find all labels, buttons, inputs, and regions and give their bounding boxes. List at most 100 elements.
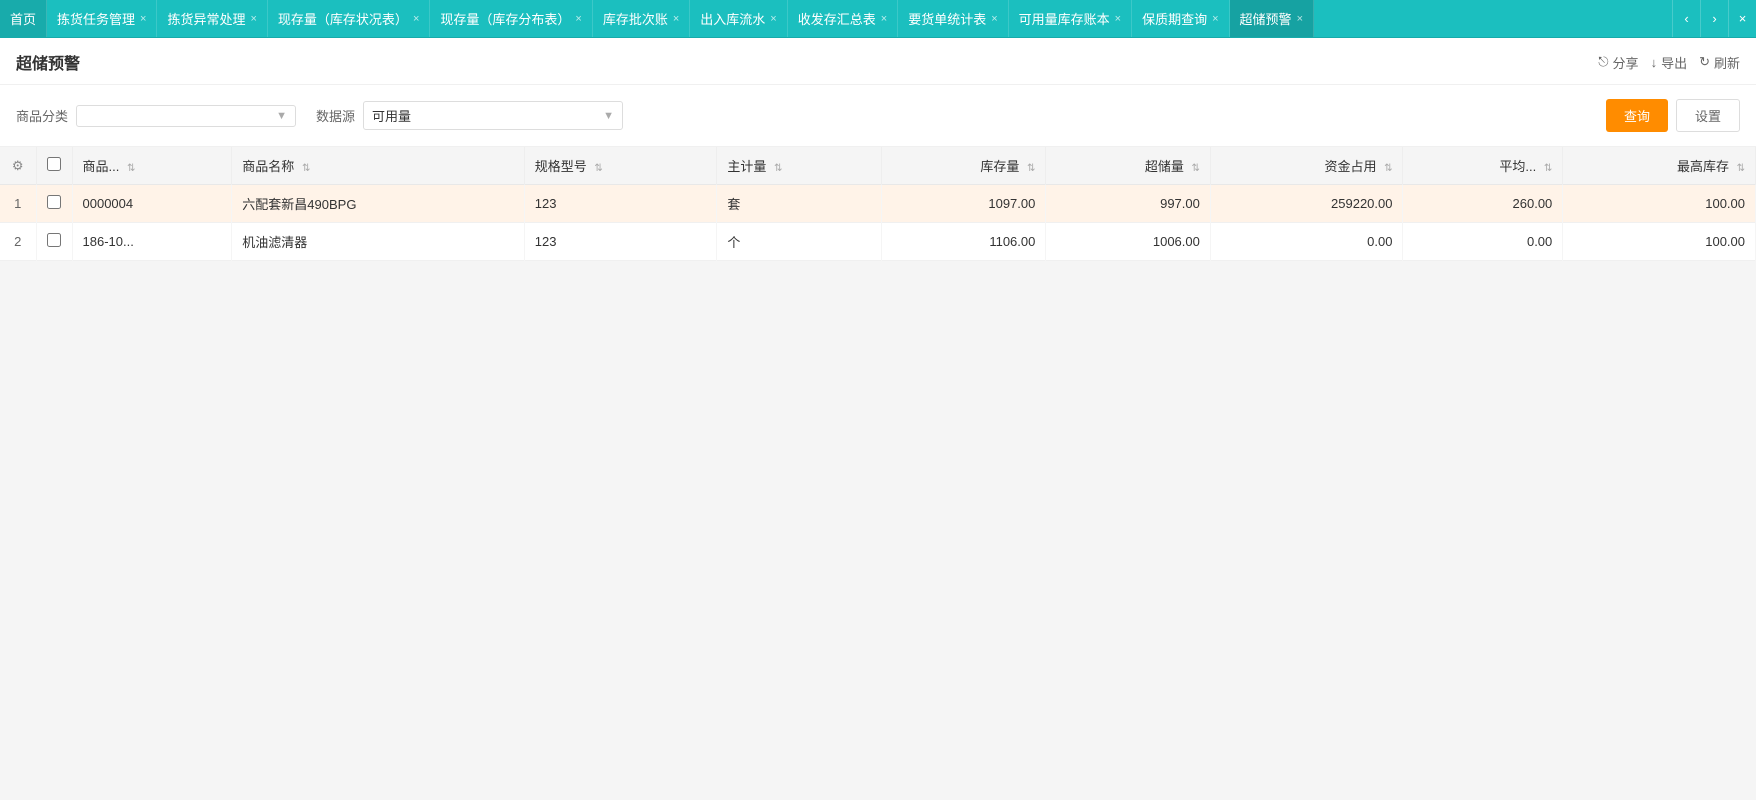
close-icon[interactable]: ×: [881, 13, 887, 25]
nav-pick-task[interactable]: 拣货任务管理 ×: [47, 0, 157, 38]
data-table: ⚙ 商品... ⇅ 商品名称 ⇅ 规格型号 ⇅: [0, 147, 1756, 261]
col-over-stock-label: 超储量: [1145, 159, 1184, 174]
col-product-name-header[interactable]: 商品名称 ⇅: [232, 147, 524, 185]
row-checkbox[interactable]: [47, 233, 61, 247]
close-icon[interactable]: ×: [140, 13, 146, 25]
nav-available-ledger[interactable]: 可用量库存账本 ×: [1009, 0, 1132, 38]
col-max-stock-header[interactable]: 最高库存 ⇅: [1563, 147, 1756, 185]
col-product-name-label: 商品名称: [242, 159, 294, 174]
row-spec: 123: [524, 185, 717, 223]
col-check-header[interactable]: [36, 147, 72, 185]
close-icon[interactable]: ×: [991, 13, 997, 25]
close-icon[interactable]: ×: [250, 13, 256, 25]
share-icon: ⎋: [1598, 54, 1608, 70]
datasource-select[interactable]: 可用量 ▼: [363, 101, 623, 130]
sort-icon: ⇅: [1027, 163, 1035, 174]
row-unit: 个: [717, 223, 882, 261]
nav-overstock-warning[interactable]: 超储预警 ×: [1230, 0, 1314, 38]
nav-close-button[interactable]: ×: [1728, 0, 1756, 38]
nav-stock-dist[interactable]: 现存量（库存分布表） ×: [430, 0, 592, 38]
nav-arrows: ‹ › ×: [1672, 0, 1756, 38]
nav-recv-send-summary[interactable]: 收发存汇总表 ×: [788, 0, 898, 38]
sort-icon: ⇅: [594, 163, 602, 174]
product-category-filter: 商品分类 ▼: [16, 105, 296, 127]
page-title: 超储预警: [16, 50, 80, 74]
table-row: 2 186-10... 机油滤清器 123 个 1106.00 1006.00 …: [0, 223, 1756, 261]
col-capital-header[interactable]: 资金占用 ⇅: [1210, 147, 1403, 185]
datasource-value: 可用量: [372, 106, 411, 125]
refresh-label: 刷新: [1714, 53, 1740, 72]
filter-area: 商品分类 ▼ 数据源 可用量 ▼ 查询 设置: [0, 85, 1756, 147]
nav-prev-button[interactable]: ‹: [1672, 0, 1700, 38]
filter-buttons: 查询 设置: [1606, 99, 1740, 132]
nav-stock-batch[interactable]: 库存批次账 ×: [593, 0, 690, 38]
nav-shelf-life-label: 保质期查询: [1142, 9, 1207, 28]
export-button[interactable]: ↓ 导出: [1651, 53, 1688, 72]
row-max-stock: 100.00: [1563, 223, 1756, 261]
refresh-button[interactable]: ↻ 刷新: [1699, 53, 1740, 72]
col-over-stock-header[interactable]: 超储量 ⇅: [1046, 147, 1211, 185]
col-unit-label: 主计量: [727, 159, 766, 174]
nav-pick-exception[interactable]: 拣货异常处理 ×: [157, 0, 267, 38]
col-settings-header[interactable]: ⚙: [0, 147, 36, 185]
table-header-row: ⚙ 商品... ⇅ 商品名称 ⇅ 规格型号 ⇅: [0, 147, 1756, 185]
refresh-icon: ↻: [1699, 54, 1710, 70]
header-actions: ⎋ 分享 ↓ 导出 ↻ 刷新: [1598, 53, 1740, 72]
col-capital-label: 资金占用: [1324, 159, 1376, 174]
nav-next-button[interactable]: ›: [1700, 0, 1728, 38]
nav-in-out-flow[interactable]: 出入库流水 ×: [690, 0, 787, 38]
row-over-stock: 997.00: [1046, 185, 1211, 223]
nav-home[interactable]: 首页: [0, 0, 47, 38]
gear-icon[interactable]: ⚙: [12, 158, 24, 173]
close-icon[interactable]: ×: [575, 13, 581, 25]
col-unit-header[interactable]: 主计量 ⇅: [717, 147, 882, 185]
share-button[interactable]: ⎋ 分享: [1598, 53, 1638, 72]
row-unit: 套: [717, 185, 882, 223]
query-button[interactable]: 查询: [1606, 99, 1668, 132]
row-checkbox[interactable]: [47, 195, 61, 209]
nav-available-ledger-label: 可用量库存账本: [1019, 9, 1110, 28]
row-over-stock: 1006.00: [1046, 223, 1211, 261]
row-capital: 0.00: [1210, 223, 1403, 261]
export-icon: ↓: [1651, 55, 1658, 70]
close-icon[interactable]: ×: [673, 13, 679, 25]
datasource-label: 数据源: [316, 106, 355, 125]
nav-pick-task-label: 拣货任务管理: [57, 9, 135, 28]
page-container: 超储预警 ⎋ 分享 ↓ 导出 ↻ 刷新 商品分类 ▼ 数据源: [0, 38, 1756, 261]
row-index: 1: [0, 185, 36, 223]
row-product-name: 机油滤清器: [232, 223, 524, 261]
row-product-name: 六配套新昌490BPG: [232, 185, 524, 223]
close-icon[interactable]: ×: [1297, 13, 1303, 25]
nav-recv-send-summary-label: 收发存汇总表: [798, 9, 876, 28]
nav-shelf-life[interactable]: 保质期查询 ×: [1132, 0, 1229, 38]
export-label: 导出: [1661, 53, 1687, 72]
nav-home-label: 首页: [10, 9, 36, 28]
col-spec-header[interactable]: 规格型号 ⇅: [524, 147, 717, 185]
nav-in-out-flow-label: 出入库流水: [700, 9, 765, 28]
close-icon[interactable]: ×: [1115, 13, 1121, 25]
row-checkbox-cell[interactable]: [36, 185, 72, 223]
nav-demand-stats[interactable]: 要货单统计表 ×: [898, 0, 1008, 38]
row-checkbox-cell[interactable]: [36, 223, 72, 261]
datasource-filter: 数据源 可用量 ▼: [316, 101, 623, 130]
table-row: 1 0000004 六配套新昌490BPG 123 套 1097.00 997.…: [0, 185, 1756, 223]
close-icon[interactable]: ×: [1212, 13, 1218, 25]
row-product-code: 0000004: [72, 185, 232, 223]
settings-button[interactable]: 设置: [1676, 99, 1740, 132]
nav-stock-status[interactable]: 现存量（库存状况表） ×: [268, 0, 430, 38]
col-avg-header[interactable]: 平均... ⇅: [1403, 147, 1563, 185]
nav-demand-stats-label: 要货单统计表: [908, 9, 986, 28]
chevron-down-icon: ▼: [276, 110, 287, 122]
col-stock-header[interactable]: 库存量 ⇅: [881, 147, 1046, 185]
close-icon[interactable]: ×: [413, 13, 419, 25]
nav-pick-exception-label: 拣货异常处理: [167, 9, 245, 28]
chevron-down-icon: ▼: [603, 110, 614, 122]
col-product-code-label: 商品...: [83, 159, 120, 174]
close-icon[interactable]: ×: [770, 13, 776, 25]
nav-stock-batch-label: 库存批次账: [603, 9, 668, 28]
nav-stock-dist-label: 现存量（库存分布表）: [440, 9, 570, 28]
product-category-label: 商品分类: [16, 106, 68, 125]
select-all-checkbox[interactable]: [47, 157, 61, 171]
product-category-select[interactable]: ▼: [76, 105, 296, 127]
col-product-code-header[interactable]: 商品... ⇅: [72, 147, 232, 185]
